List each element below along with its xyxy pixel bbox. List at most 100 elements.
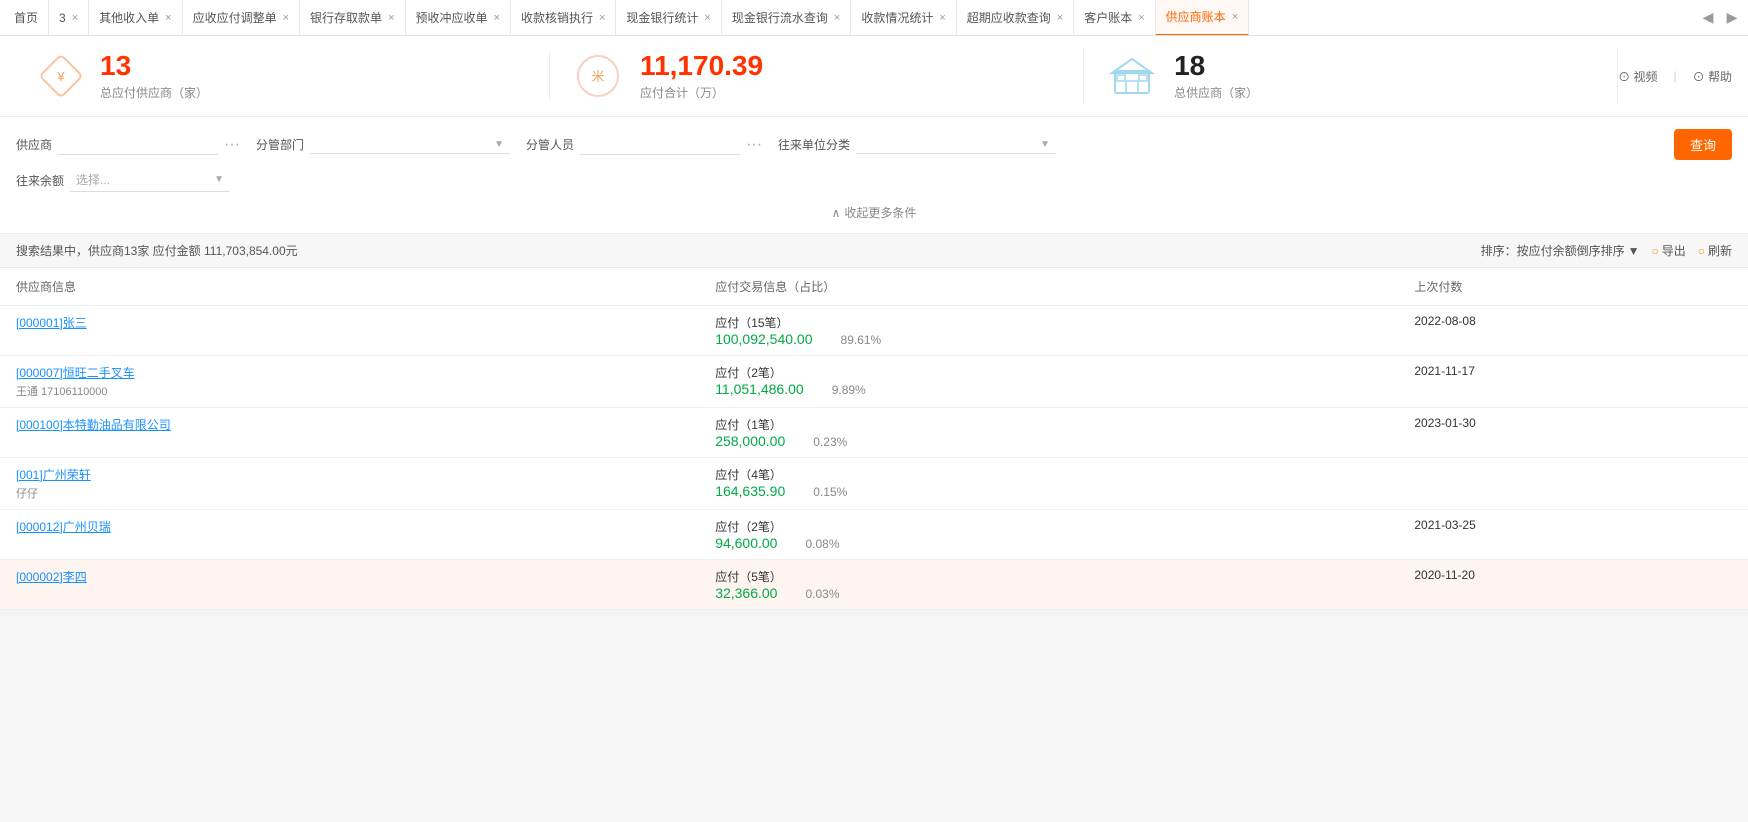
close-icon[interactable]: × xyxy=(599,12,605,24)
result-summary-text: 搜索结果中，供应商13家 应付金额 111,703,854.00元 xyxy=(16,242,298,259)
top-navigation: 首页 3 × 其他收入单 × 应收应付调整单 × 银行存取款单 × 预收冲应收单… xyxy=(0,0,1748,36)
payable-percent: 0.15% xyxy=(813,485,847,499)
close-icon[interactable]: × xyxy=(704,12,710,24)
sort-label[interactable]: 排序：按应付余额倒序排序 ▼ xyxy=(1481,242,1640,259)
close-icon[interactable]: × xyxy=(939,12,945,24)
payable-info-cell: 应付（2笔） 11,051,486.00 9.89% xyxy=(699,356,1398,408)
tab-bank-deposit[interactable]: 银行存取款单 × xyxy=(300,0,405,36)
tab-3[interactable]: 3 × xyxy=(49,0,89,36)
table-row: [000001]张三 应付（15笔） 100,092,540.00 89.61%… xyxy=(0,306,1748,356)
tab-customer-ledger[interactable]: 客户账本 × xyxy=(1074,0,1155,36)
last-pay-date: 2023-01-30 xyxy=(1414,416,1475,430)
supplier-link[interactable]: [000100]本特勤油品有限公司 xyxy=(16,418,171,432)
supplier-table: 供应商信息 应付交易信息（占比） 上次付数 [000001]张三 应付（15笔）… xyxy=(0,268,1748,610)
payable-info-cell: 应付（2笔） 94,600.00 0.08% xyxy=(699,510,1398,560)
help-link[interactable]: ⊙ 帮助 xyxy=(1693,68,1732,85)
payable-count: 应付（15笔） xyxy=(715,314,1382,331)
tab-ar-ap-adjust[interactable]: 应收应付调整单 × xyxy=(183,0,300,36)
collapse-bar: ∧ 收起更多条件 xyxy=(16,200,1732,225)
nav-next-arrow[interactable]: ▶ xyxy=(1720,0,1744,36)
summary-card-total-suppliers: 18 总供应商（家） xyxy=(1084,48,1618,104)
tab-receipt-stat[interactable]: 收款情况统计 × xyxy=(851,0,956,36)
payable-amount: 100,092,540.00 xyxy=(715,331,812,347)
supplier-input[interactable] xyxy=(58,134,218,155)
last-pay-date: 2021-11-17 xyxy=(1414,364,1475,378)
supplier-link[interactable]: [000012]广州贝瑞 xyxy=(16,520,111,534)
person-more-icon[interactable]: ··· xyxy=(746,136,762,154)
category-label: 往来单位分类 xyxy=(778,136,850,153)
payable-info-cell: 应付（5笔） 32,366.00 0.03% xyxy=(699,560,1398,610)
supplier-info-cell: [000007]恒旺二手叉车 王通 17106110000 xyxy=(0,356,699,408)
export-icon: ○ xyxy=(1651,244,1658,258)
supplier-label: 供应商 xyxy=(16,136,52,153)
tab-supplier-ledger[interactable]: 供应商账本 × xyxy=(1156,0,1249,36)
col-last-pay: 上次付数 xyxy=(1398,268,1748,306)
person-label: 分管人员 xyxy=(526,136,574,153)
last-pay-date: 2020-11-20 xyxy=(1414,568,1475,582)
supplier-link[interactable]: [000001]张三 xyxy=(16,316,87,330)
close-icon[interactable]: × xyxy=(494,12,500,24)
close-icon[interactable]: × xyxy=(1232,11,1238,23)
supplier-field: 供应商 ··· xyxy=(16,134,240,155)
close-icon[interactable]: × xyxy=(1138,12,1144,24)
table-row: [000100]本特勤油品有限公司 应付（1笔） 258,000.00 0.23… xyxy=(0,408,1748,458)
summary-card-total-amount: 米 11,170.39 应付合计（万） xyxy=(550,48,1084,104)
query-button[interactable]: 查询 xyxy=(1674,129,1732,160)
tab-prepay-writeoff[interactable]: 预收冲应收单 × xyxy=(406,0,511,36)
main-content: 供应商信息 应付交易信息（占比） 上次付数 [000001]张三 应付（15笔）… xyxy=(0,268,1748,822)
dept-chevron-icon: ▼ xyxy=(494,139,504,150)
balance-placeholder: 选择... xyxy=(76,171,110,188)
supplier-sub-info: 仔仔 xyxy=(16,485,683,501)
supplier-sub-info: 王通 17106110000 xyxy=(16,383,683,399)
last-pay-date: 2021-03-25 xyxy=(1414,518,1475,532)
table-row: [000012]广州贝瑞 应付（2笔） 94,600.00 0.08% 2021… xyxy=(0,510,1748,560)
payable-info-cell: 应付（4笔） 164,635.90 0.15% xyxy=(699,458,1398,510)
close-icon[interactable]: × xyxy=(1057,12,1063,24)
close-icon[interactable]: × xyxy=(834,12,840,24)
payable-info-cell: 应付（15笔） 100,092,540.00 89.61% xyxy=(699,306,1398,356)
summary-text-payable: 13 总应付供应商（家） xyxy=(100,52,208,101)
nav-prev-arrow[interactable]: ◀ xyxy=(1696,0,1720,36)
payable-count: 应付（2笔） xyxy=(715,518,1382,535)
person-input[interactable] xyxy=(580,134,740,155)
collapse-button[interactable]: ∧ 收起更多条件 xyxy=(832,204,917,221)
payable-percent: 89.61% xyxy=(841,333,882,347)
tab-cash-bank-flow[interactable]: 现金银行流水查询 × xyxy=(722,0,851,36)
payable-percent: 0.08% xyxy=(805,537,839,551)
search-row-1: 供应商 ··· 分管部门 ▼ 分管人员 ··· 往来单位分类 ▼ 查询 xyxy=(16,129,1732,160)
tab-receipt-exec[interactable]: 收款核销执行 × xyxy=(511,0,616,36)
video-link[interactable]: ⊙ 视频 xyxy=(1618,68,1657,85)
supplier-info-cell: [000002]李四 xyxy=(0,560,699,610)
balance-select[interactable]: 选择... ▼ xyxy=(70,168,230,192)
supplier-more-icon[interactable]: ··· xyxy=(224,136,240,154)
category-select[interactable]: ▼ xyxy=(856,136,1056,154)
refresh-button[interactable]: ○ 刷新 xyxy=(1698,242,1732,259)
summary-text-total: 18 总供应商（家） xyxy=(1174,52,1258,101)
sort-chevron-icon: ▼ xyxy=(1628,244,1640,258)
close-icon[interactable]: × xyxy=(388,12,394,24)
payable-amount: 32,366.00 xyxy=(715,585,777,601)
supplier-link[interactable]: [000007]恒旺二手叉车 xyxy=(16,366,135,380)
close-icon[interactable]: × xyxy=(283,12,289,24)
tab-home[interactable]: 首页 xyxy=(4,0,49,36)
balance-label: 往来余额 xyxy=(16,172,64,189)
close-icon[interactable]: × xyxy=(165,12,171,24)
payable-count: 应付（2笔） xyxy=(715,364,1382,381)
supplier-info-cell: [000001]张三 xyxy=(0,306,699,356)
tab-overdue-ar[interactable]: 超期应收款查询 × xyxy=(957,0,1074,36)
last-pay-cell: 2022-08-08 xyxy=(1398,306,1748,356)
dept-select[interactable]: ▼ xyxy=(310,136,510,154)
export-button[interactable]: ○ 导出 xyxy=(1651,242,1685,259)
tab-cash-bank-stat[interactable]: 现金银行统计 × xyxy=(616,0,721,36)
close-icon[interactable]: × xyxy=(72,12,78,24)
supplier-link[interactable]: [001]广州荣轩 xyxy=(16,468,91,482)
balance-chevron-icon: ▼ xyxy=(214,174,224,185)
summary-card-payable-suppliers: ¥ 13 总应付供应商（家） xyxy=(16,51,550,101)
tab-other-income[interactable]: 其他收入单 × xyxy=(89,0,182,36)
last-pay-cell: 2023-01-30 xyxy=(1398,408,1748,458)
last-pay-cell: 2020-11-20 xyxy=(1398,560,1748,610)
last-pay-cell: 2021-11-17 xyxy=(1398,356,1748,408)
person-field: 分管人员 ··· xyxy=(526,134,762,155)
payable-percent: 0.23% xyxy=(813,435,847,449)
supplier-link[interactable]: [000002]李四 xyxy=(16,570,87,584)
